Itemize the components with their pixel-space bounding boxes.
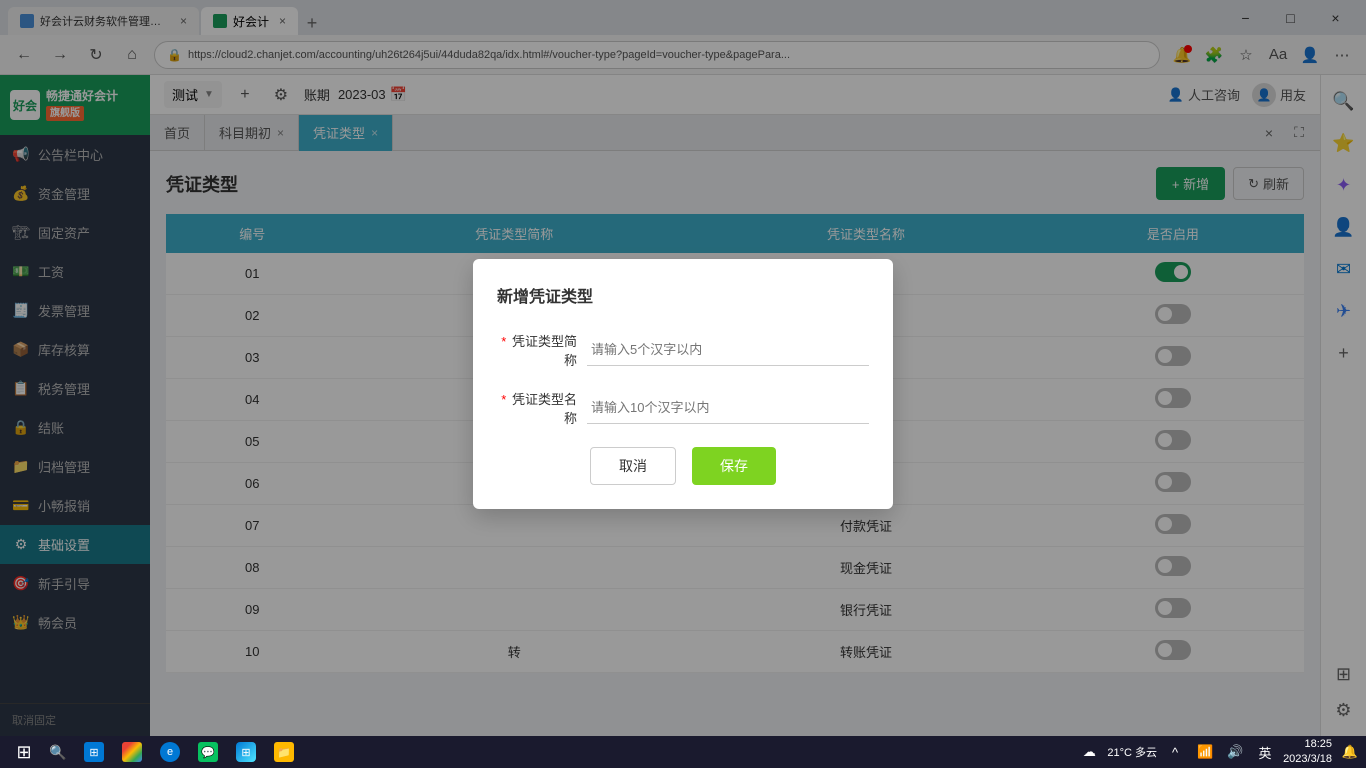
taskbar-lang-icon[interactable]: 英 [1253,740,1277,764]
taskbar-app-explorer[interactable]: 📁 [266,738,302,766]
taskbar-weather-icon[interactable]: ☁ [1077,740,1101,764]
store-icon: ⊞ [236,742,256,762]
chrome-icon [122,742,142,762]
taskbar-apps: ⊞ e 💬 ⊞ 📁 [76,738,302,766]
taskbar-app-chrome[interactable] [114,738,150,766]
add-voucher-dialog: 新增凭证类型 * 凭证类型简称 * 凭证类型名称 取消 保存 [473,259,893,509]
taskbar-notification-icon[interactable]: 🔔 [1338,740,1362,764]
taskbar-volume-icon[interactable]: 🔊 [1223,740,1247,764]
cancel-button[interactable]: 取消 [590,447,676,485]
taskbar-weather-text: 21°C 多云 [1107,744,1157,760]
explorer-icon: 📁 [274,742,294,762]
save-button[interactable]: 保存 [692,447,776,485]
wechat-icon: 💬 [198,742,218,762]
taskbar-time: 18:25 2023/3/18 [1283,737,1332,768]
taskbar-network-icon[interactable]: 📶 [1193,740,1217,764]
start-button[interactable]: ⊞ [4,738,44,766]
full-name-row: * 凭证类型名称 [497,389,869,427]
dialog-buttons: 取消 保存 [497,447,869,485]
taskbar-search-button[interactable]: 🔍 [44,738,72,766]
full-name-input[interactable] [587,392,869,424]
taskbar: ⊞ 🔍 ⊞ e 💬 ⊞ 📁 ☁ 21°C 多云 ^ 📶 🔊 英 18:25 [0,736,1366,768]
taskbar-app-store[interactable]: ⊞ [228,738,264,766]
short-name-input[interactable] [587,334,869,366]
taskbar-app-taskview[interactable]: ⊞ [76,738,112,766]
short-name-label: * 凭证类型简称 [497,331,587,369]
taskbar-right: ☁ 21°C 多云 ^ 📶 🔊 英 18:25 2023/3/18 🔔 [1077,737,1362,768]
taskbar-app-edge[interactable]: e [152,738,188,766]
required-star2: * [501,392,506,407]
taskbar-app-wechat[interactable]: 💬 [190,738,226,766]
required-star: * [501,334,506,349]
short-name-row: * 凭证类型简称 [497,331,869,369]
taskbar-system-icon[interactable]: ^ [1163,740,1187,764]
taskview-icon: ⊞ [84,742,104,762]
modal-overlay[interactable]: 新增凭证类型 * 凭证类型简称 * 凭证类型名称 取消 保存 [0,0,1366,768]
full-name-label: * 凭证类型名称 [497,389,587,427]
edge-icon: e [160,742,180,762]
dialog-title: 新增凭证类型 [497,283,869,307]
